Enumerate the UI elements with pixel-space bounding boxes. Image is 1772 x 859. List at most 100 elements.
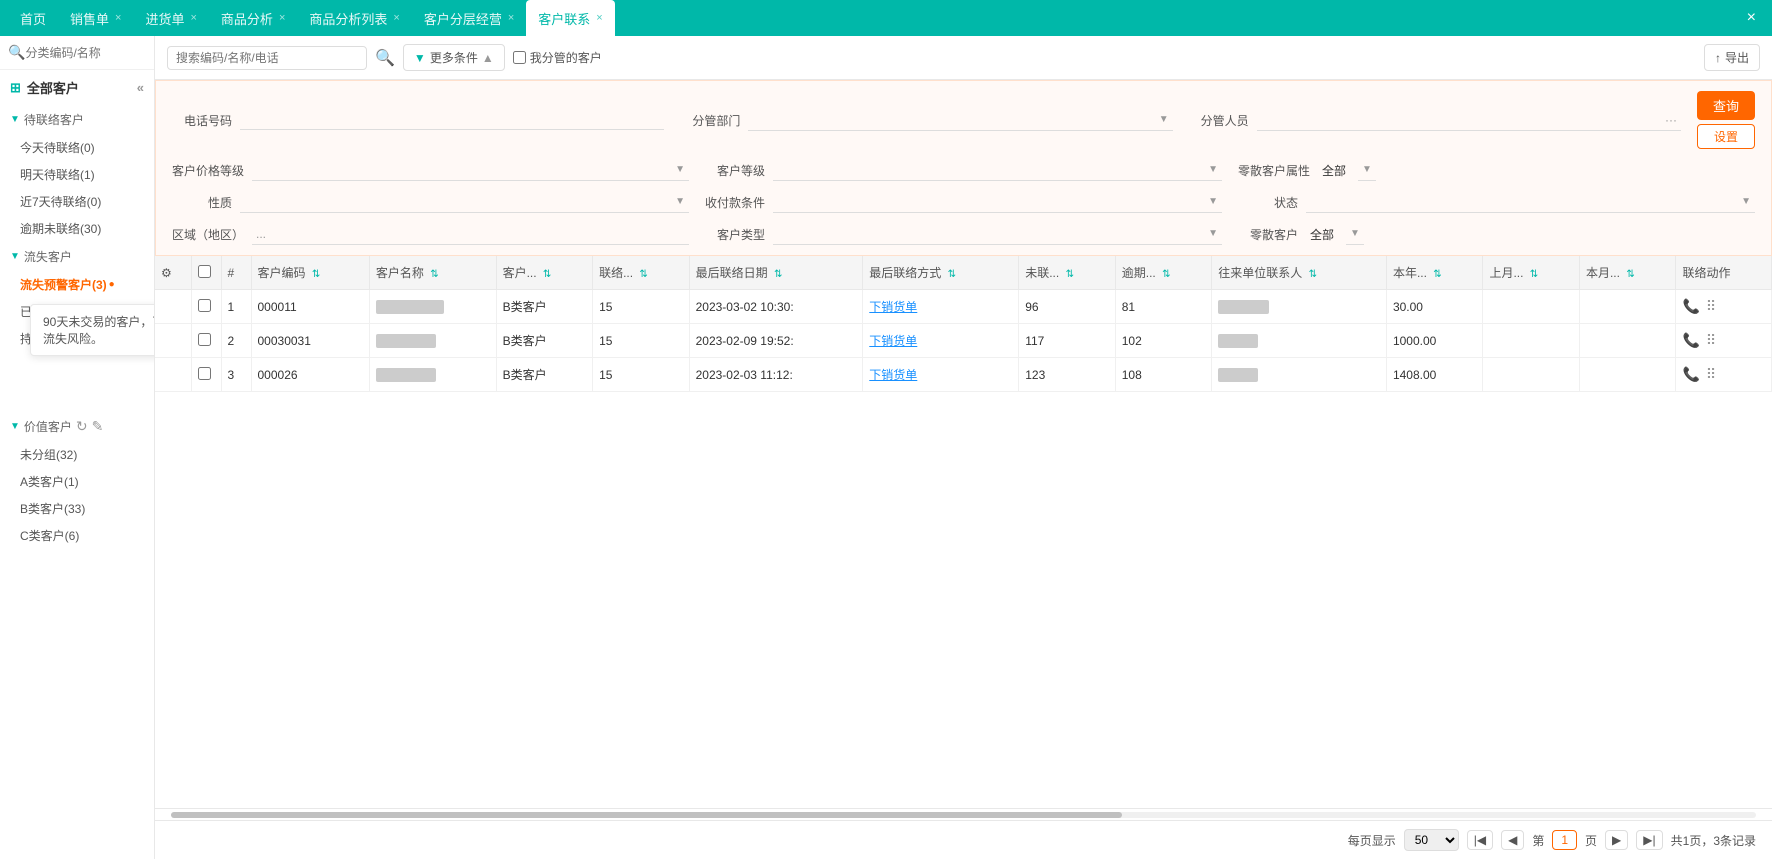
manager-more-icon[interactable]: ···: [1665, 113, 1677, 127]
value-refresh-icon[interactable]: ↻: [76, 418, 88, 435]
sidebar-item-today-pending[interactable]: 今天待联络(0): [0, 134, 154, 161]
table-tier-col[interactable]: 客户... ⇅: [496, 256, 593, 290]
row-last-method[interactable]: 下销货单: [863, 324, 1019, 358]
zero-retail-attr-select[interactable]: ▼: [1358, 159, 1376, 181]
nav-tab-goods-analysis-list[interactable]: 商品分析列表 ×: [297, 0, 411, 36]
sidebar-item-week-pending[interactable]: 近7天待联络(0): [0, 188, 154, 215]
table-not-contacted-col[interactable]: 未联... ⇅: [1019, 256, 1116, 290]
row-checkbox[interactable]: [198, 333, 211, 346]
close-all-button[interactable]: ×: [1739, 5, 1764, 31]
close-purchase-icon[interactable]: ×: [190, 12, 196, 24]
sidebar-item-class-c[interactable]: C类客户(6): [0, 522, 154, 549]
more-conditions-button[interactable]: ▼ 更多条件 ▲: [403, 44, 505, 71]
sidebar-item-class-a[interactable]: A类客户(1): [0, 468, 154, 495]
churn-section[interactable]: ▼ 流失客户: [0, 242, 154, 271]
action-more-icon[interactable]: ⠿: [1706, 298, 1716, 315]
scrollbar-thumb[interactable]: [171, 812, 1122, 818]
table-contact-col[interactable]: 联络... ⇅: [593, 256, 690, 290]
horizontal-scrollbar[interactable]: [155, 808, 1772, 820]
settings-button[interactable]: 设置: [1697, 124, 1755, 149]
nav-tab-customer-tier[interactable]: 客户分层经营 ×: [412, 0, 526, 36]
scrollbar-track: [171, 812, 1756, 818]
sidebar-item-overdue[interactable]: 逾期未联络(30): [0, 215, 154, 242]
pending-contact-section[interactable]: ▼ 待联络客户: [0, 105, 154, 134]
nav-tab-sales[interactable]: 销售单 ×: [58, 0, 133, 36]
row-action[interactable]: 📞 ⠿: [1676, 324, 1772, 358]
filter-manager: 分管人员 ···: [1189, 109, 1681, 131]
all-customers-header[interactable]: ⊞ 全部客户 «: [0, 70, 154, 105]
sidebar-item-ungrouped[interactable]: 未分组(32): [0, 441, 154, 468]
close-goods-list-icon[interactable]: ×: [393, 12, 399, 24]
export-button[interactable]: ↑ 导出: [1704, 44, 1760, 71]
sidebar-item-class-b[interactable]: B类客户(33): [0, 495, 154, 522]
nav-tab-goods-analysis[interactable]: 商品分析 ×: [209, 0, 297, 36]
payment-select[interactable]: ▼: [773, 191, 1222, 213]
table-name-col[interactable]: 客户名称 ⇅: [369, 256, 496, 290]
close-goods-analysis-icon[interactable]: ×: [279, 12, 285, 24]
grid-icon: ⊞: [10, 80, 21, 96]
table-unit-contact-col[interactable]: 往来单位联系人 ⇅: [1212, 256, 1387, 290]
first-page-button[interactable]: |◀: [1467, 830, 1493, 850]
price-tier-select[interactable]: ▼: [252, 159, 689, 181]
action-phone-icon[interactable]: 📞: [1682, 366, 1699, 383]
next-page-button[interactable]: ▶: [1605, 830, 1628, 850]
table-code-col[interactable]: 客户编码 ⇅: [251, 256, 369, 290]
customer-level-select[interactable]: ▼: [773, 159, 1222, 181]
region-more-icon[interactable]: ...: [256, 227, 266, 241]
table-overdue-col[interactable]: 逾期... ⇅: [1115, 256, 1212, 290]
nature-select[interactable]: ▼: [240, 191, 689, 213]
prev-page-button[interactable]: ◀: [1501, 830, 1524, 850]
zero-retail-select[interactable]: ▼: [1346, 223, 1364, 245]
query-button[interactable]: 查询: [1697, 91, 1755, 120]
row-checkbox[interactable]: [198, 367, 211, 380]
value-customers-section[interactable]: ▼ 价值客户 ↻ ✎: [0, 412, 154, 441]
action-more-icon[interactable]: ⠿: [1706, 332, 1716, 349]
nav-tab-customer-contact[interactable]: 客户联系 ×: [526, 0, 614, 36]
row-last-method[interactable]: 下销货单: [863, 290, 1019, 324]
close-customer-tier-icon[interactable]: ×: [508, 12, 514, 24]
table-this-year-col[interactable]: 本年... ⇅: [1386, 256, 1483, 290]
row-checkbox-cell[interactable]: [191, 324, 221, 358]
sidebar-search-input[interactable]: [25, 46, 155, 60]
close-sales-icon[interactable]: ×: [115, 12, 121, 24]
manager-select[interactable]: ···: [1257, 109, 1681, 131]
status-select[interactable]: ▼: [1306, 191, 1755, 213]
customer-type-select[interactable]: ▼: [773, 223, 1222, 245]
main-search-icon[interactable]: 🔍: [375, 48, 395, 68]
sidebar-search-icon: 🔍: [8, 44, 25, 61]
row-action[interactable]: 📞 ⠿: [1676, 358, 1772, 392]
row-checkbox-cell[interactable]: [191, 290, 221, 324]
nav-tab-home[interactable]: 首页: [8, 0, 58, 36]
close-customer-contact-icon[interactable]: ×: [596, 12, 602, 24]
table-last-month-col[interactable]: 上月... ⇅: [1483, 256, 1580, 290]
phone-input[interactable]: [240, 111, 664, 130]
table-last-date-col[interactable]: 最后联络日期 ⇅: [689, 256, 863, 290]
table-this-month-col[interactable]: 本月... ⇅: [1579, 256, 1676, 290]
table-checkbox-col[interactable]: [191, 256, 221, 290]
row-checkbox[interactable]: [198, 299, 211, 312]
sidebar-item-tomorrow-pending[interactable]: 明天待联络(1): [0, 161, 154, 188]
action-phone-icon[interactable]: 📞: [1682, 298, 1699, 315]
row-last-month: [1483, 358, 1580, 392]
my-customers-checkbox-label[interactable]: 我分管的客户: [513, 49, 602, 66]
select-all-checkbox[interactable]: [198, 265, 211, 278]
last-page-button[interactable]: ▶|: [1636, 830, 1662, 850]
warning-dot-icon: ●: [109, 279, 115, 290]
row-last-method[interactable]: 下销货单: [863, 358, 1019, 392]
action-phone-icon[interactable]: 📞: [1682, 332, 1699, 349]
value-edit-icon[interactable]: ✎: [92, 418, 104, 435]
sidebar-item-churn-warning[interactable]: 流失预警客户(3) ●: [0, 271, 154, 298]
row-action[interactable]: 📞 ⠿: [1676, 290, 1772, 324]
main-search-input[interactable]: [167, 46, 367, 70]
collapse-icon[interactable]: «: [137, 80, 144, 95]
page-size-select[interactable]: 50 20 100: [1404, 829, 1459, 851]
row-checkbox-cell[interactable]: [191, 358, 221, 392]
nav-tab-purchase[interactable]: 进货单 ×: [133, 0, 208, 36]
table-settings-col[interactable]: ⚙: [155, 256, 191, 290]
table-last-method-col[interactable]: 最后联络方式 ⇅: [863, 256, 1019, 290]
customer-level-chevron-icon: ▼: [1208, 164, 1218, 175]
region-select[interactable]: ...: [252, 223, 689, 245]
dept-select[interactable]: ▼: [748, 109, 1172, 131]
my-customers-checkbox[interactable]: [513, 51, 526, 64]
action-more-icon[interactable]: ⠿: [1706, 366, 1716, 383]
